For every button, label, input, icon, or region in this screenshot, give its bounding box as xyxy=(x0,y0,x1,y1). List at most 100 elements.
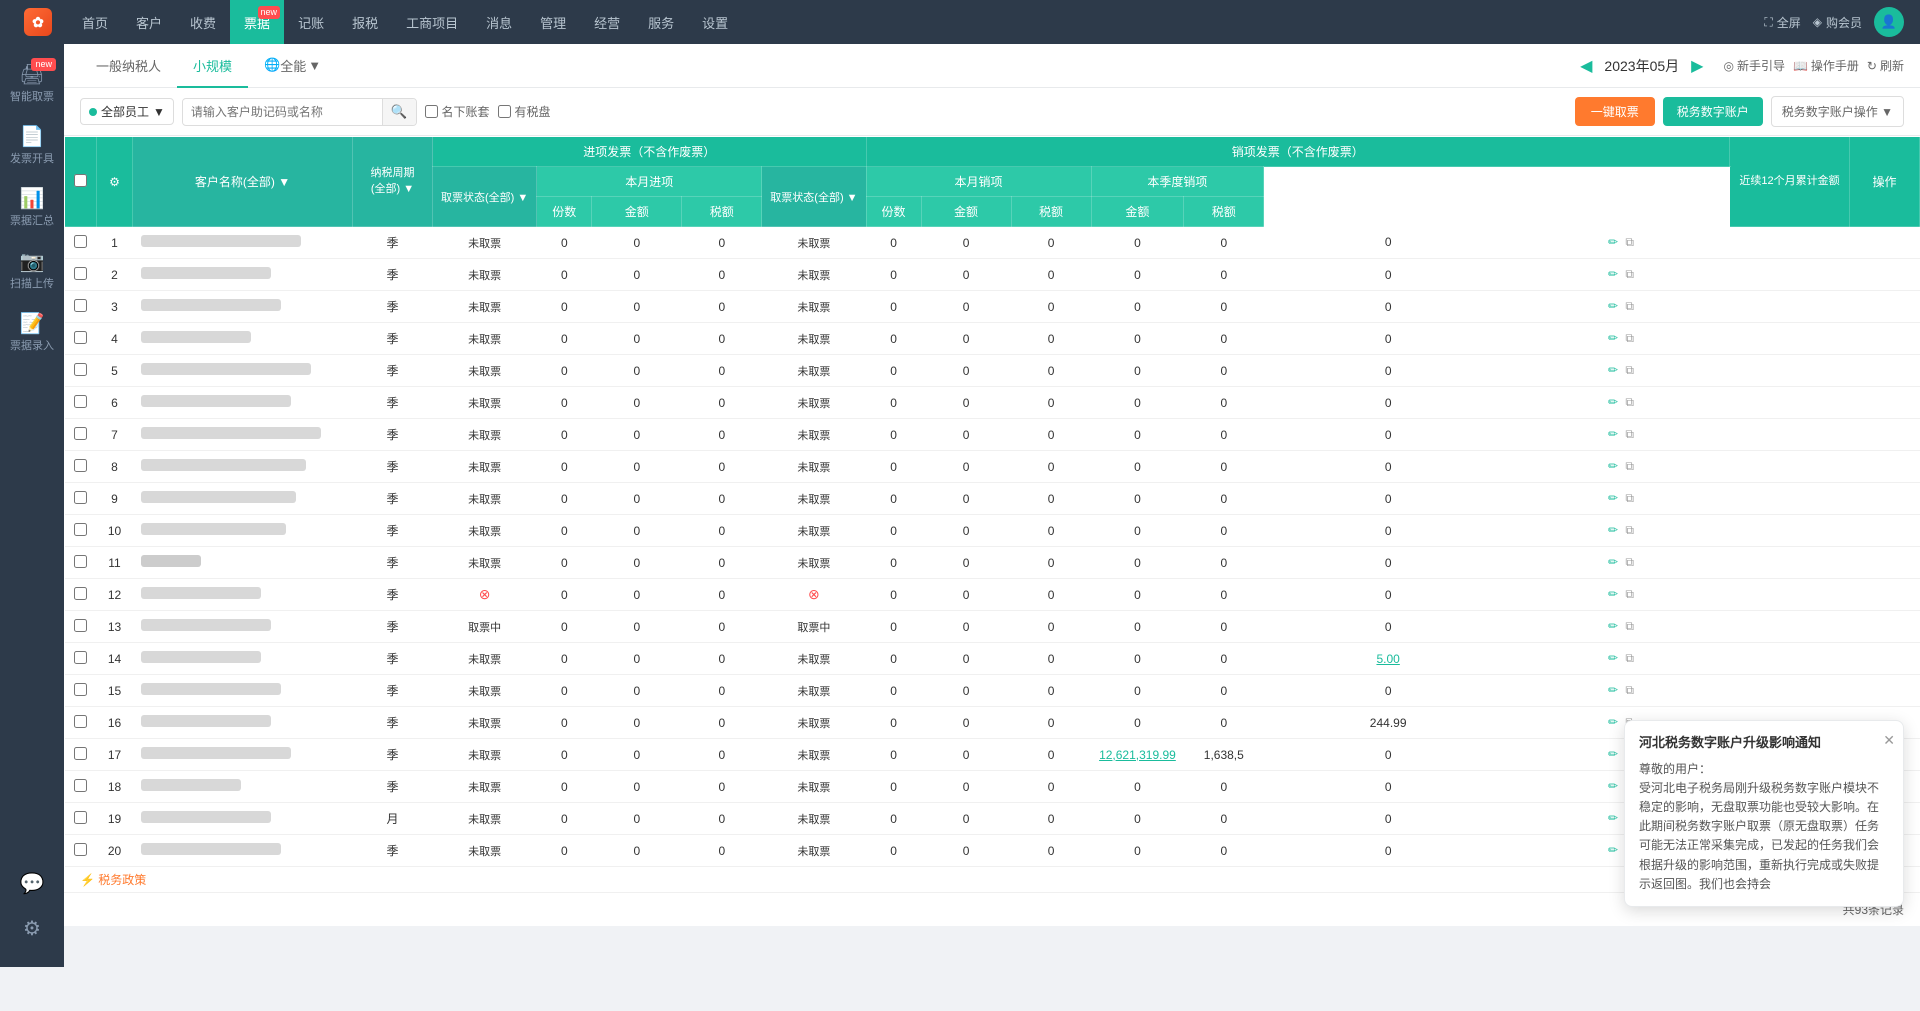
sidebar-item-invoice-entry[interactable]: 📝 票据录入 xyxy=(0,301,64,363)
th-sales-status[interactable]: 取票状态(全部) ▼ xyxy=(762,167,866,227)
edit-icon[interactable]: ✏ xyxy=(1608,779,1618,793)
copy-icon[interactable]: ⧉ xyxy=(1625,651,1634,665)
edit-icon[interactable]: ✏ xyxy=(1608,619,1618,633)
copy-icon[interactable]: ⧉ xyxy=(1625,619,1634,633)
row-checkbox[interactable] xyxy=(74,843,87,856)
edit-icon[interactable]: ✏ xyxy=(1608,715,1618,729)
edit-icon[interactable]: ✏ xyxy=(1608,747,1618,761)
edit-icon[interactable]: ✏ xyxy=(1608,843,1618,857)
nav-customer[interactable]: 客户 xyxy=(122,0,176,44)
row-checkbox[interactable] xyxy=(74,299,87,312)
row-checkbox[interactable] xyxy=(74,523,87,536)
nav-service[interactable]: 服务 xyxy=(634,0,688,44)
sidebar-item-invoice-open[interactable]: 📄 发票开具 xyxy=(0,114,64,176)
staff-select[interactable]: 全部员工 ▼ xyxy=(80,98,174,125)
row-checkbox[interactable] xyxy=(74,715,87,728)
nav-settings[interactable]: 设置 xyxy=(688,0,742,44)
downaccount-checkbox-label[interactable]: 名下账套 xyxy=(425,103,490,120)
row-client-name[interactable] xyxy=(133,771,353,803)
row-checkbox[interactable] xyxy=(74,459,87,472)
digital-account-btn[interactable]: 税务数字账户 xyxy=(1663,97,1763,126)
fullscreen-btn[interactable]: ⛶ 全屏 xyxy=(1764,14,1800,31)
row-checkbox[interactable] xyxy=(74,651,87,664)
app-logo[interactable]: ✿ xyxy=(16,0,60,44)
edit-icon[interactable]: ✏ xyxy=(1608,363,1618,377)
copy-icon[interactable]: ⧉ xyxy=(1625,683,1634,697)
edit-icon[interactable]: ✏ xyxy=(1608,523,1618,537)
edit-icon[interactable]: ✏ xyxy=(1608,235,1618,249)
edit-icon[interactable]: ✏ xyxy=(1608,299,1618,313)
row-client-name[interactable] xyxy=(133,611,353,643)
row-checkbox[interactable] xyxy=(74,619,87,632)
hastax-checkbox-label[interactable]: 有税盘 xyxy=(498,103,551,120)
row-client-name[interactable] xyxy=(133,739,353,771)
edit-icon[interactable]: ✏ xyxy=(1608,683,1618,697)
edit-icon[interactable]: ✏ xyxy=(1608,587,1618,601)
digital-account-op-btn[interactable]: 税务数字账户操作 ▼ xyxy=(1771,96,1904,127)
nav-message[interactable]: 消息 xyxy=(472,0,526,44)
copy-icon[interactable]: ⧉ xyxy=(1625,491,1634,505)
copy-icon[interactable]: ⧉ xyxy=(1625,331,1634,345)
date-next-btn[interactable]: ▶ xyxy=(1687,52,1707,80)
row-checkbox[interactable] xyxy=(74,587,87,600)
notification-close-btn[interactable]: ✕ xyxy=(1883,729,1895,751)
nav-tax[interactable]: 报税 xyxy=(338,0,392,44)
sidebar-item-chat[interactable]: 💬 xyxy=(0,861,64,906)
copy-icon[interactable]: ⧉ xyxy=(1625,395,1634,409)
copy-icon[interactable]: ⧉ xyxy=(1625,523,1634,537)
refresh-btn[interactable]: ↻ 刷新 xyxy=(1867,57,1904,74)
member-btn[interactable]: ◈ 购会员 xyxy=(1813,14,1862,31)
copy-icon[interactable]: ⧉ xyxy=(1625,235,1634,249)
copy-icon[interactable]: ⧉ xyxy=(1625,459,1634,473)
search-input[interactable] xyxy=(183,100,383,124)
edit-icon[interactable]: ✏ xyxy=(1608,491,1618,505)
sidebar-item-invoice-summary[interactable]: 📊 票据汇总 xyxy=(0,176,64,238)
manual-btn[interactable]: 📖 操作手册 xyxy=(1793,57,1859,74)
th-purchase-status[interactable]: 取票状态(全部) ▼ xyxy=(433,167,537,227)
copy-icon[interactable]: ⧉ xyxy=(1625,363,1634,377)
downaccount-checkbox[interactable] xyxy=(425,105,438,118)
copy-icon[interactable]: ⧉ xyxy=(1625,427,1634,441)
sidebar-item-smart-ticket[interactable]: new 🖨 智能取票 xyxy=(0,52,64,114)
row-client-name[interactable] xyxy=(133,387,353,419)
row-client-name[interactable] xyxy=(133,675,353,707)
row-client-name[interactable] xyxy=(133,643,353,675)
row-checkbox[interactable] xyxy=(74,555,87,568)
hastax-checkbox[interactable] xyxy=(498,105,511,118)
row-checkbox[interactable] xyxy=(74,363,87,376)
edit-icon[interactable]: ✏ xyxy=(1608,651,1618,665)
row-checkbox[interactable] xyxy=(74,427,87,440)
row-client-name[interactable] xyxy=(133,835,353,867)
nav-manage[interactable]: 管理 xyxy=(526,0,580,44)
row-client-name[interactable] xyxy=(133,579,353,611)
nav-home[interactable]: 首页 xyxy=(68,0,122,44)
edit-icon[interactable]: ✏ xyxy=(1608,459,1618,473)
row-client-name[interactable] xyxy=(133,707,353,739)
nav-charge[interactable]: 收费 xyxy=(176,0,230,44)
th-tax-period[interactable]: 纳税周期(全部) ▼ xyxy=(353,137,433,227)
row-client-name[interactable] xyxy=(133,227,353,259)
th-name[interactable]: 客户名称(全部) ▼ xyxy=(133,137,353,227)
one-click-fetch-btn[interactable]: 一键取票 xyxy=(1575,97,1655,126)
edit-icon[interactable]: ✏ xyxy=(1608,811,1618,825)
row-checkbox[interactable] xyxy=(74,395,87,408)
date-prev-btn[interactable]: ◀ xyxy=(1576,52,1596,80)
row-client-name[interactable] xyxy=(133,451,353,483)
row-checkbox[interactable] xyxy=(74,267,87,280)
copy-icon[interactable]: ⧉ xyxy=(1625,267,1634,281)
copy-icon[interactable]: ⧉ xyxy=(1625,555,1634,569)
user-avatar[interactable]: 👤 xyxy=(1874,7,1904,37)
row-checkbox[interactable] xyxy=(74,331,87,344)
row-checkbox[interactable] xyxy=(74,811,87,824)
edit-icon[interactable]: ✏ xyxy=(1608,331,1618,345)
edit-icon[interactable]: ✏ xyxy=(1608,395,1618,409)
row-checkbox[interactable] xyxy=(74,491,87,504)
row-client-name[interactable] xyxy=(133,291,353,323)
row-checkbox[interactable] xyxy=(74,747,87,760)
edit-icon[interactable]: ✏ xyxy=(1608,555,1618,569)
row-client-name[interactable] xyxy=(133,323,353,355)
subnav-small-scale[interactable]: 小规模 xyxy=(177,44,248,88)
row-client-name[interactable] xyxy=(133,547,353,579)
nav-business[interactable]: 工商项目 xyxy=(392,0,472,44)
th-settings[interactable]: ⚙ xyxy=(97,137,133,227)
